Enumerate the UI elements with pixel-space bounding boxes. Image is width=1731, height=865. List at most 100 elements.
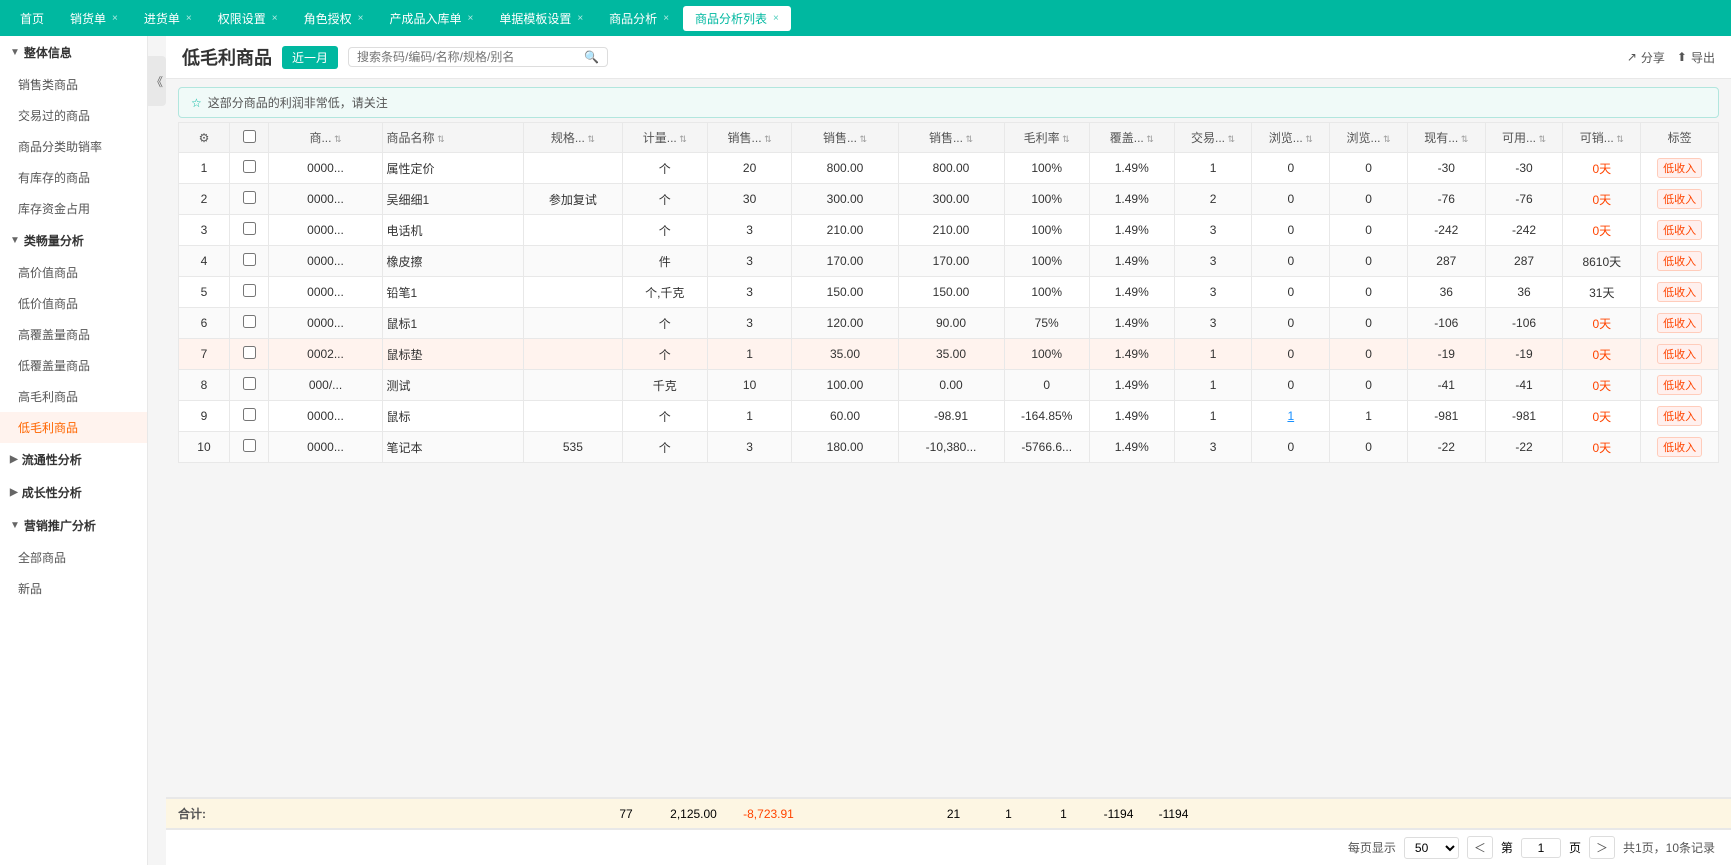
nav-sales-order[interactable]: 销货单 × — [58, 6, 130, 31]
per-page-select[interactable]: 50 100 200 — [1404, 837, 1459, 859]
th-spec[interactable]: 规格... — [523, 123, 622, 153]
page-input[interactable] — [1521, 838, 1561, 858]
sidebar-item-in-stock[interactable]: 有库存的商品 — [0, 162, 147, 193]
nav-template-settings-close[interactable]: × — [577, 13, 583, 24]
cell-check[interactable] — [229, 153, 269, 184]
cell-tag: 低收入 — [1641, 370, 1719, 401]
th-settings[interactable]: ⚙ — [179, 123, 230, 153]
nav-template-settings[interactable]: 单据模板设置 × — [487, 6, 595, 31]
sidebar-item-all-products[interactable]: 全部商品 — [0, 542, 147, 573]
nav-role-auth-close[interactable]: × — [358, 13, 364, 24]
sidebar-section-flow-analysis[interactable]: ▼ 类畅量分析 — [0, 224, 147, 257]
cell-sales-price: 100.00 — [792, 370, 898, 401]
th-current[interactable]: 现有... — [1407, 123, 1485, 153]
nav-purchase-order-close[interactable]: × — [186, 13, 192, 24]
nav-product-inbound[interactable]: 产成品入库单 × — [377, 6, 485, 31]
cell-check[interactable] — [229, 370, 269, 401]
row-checkbox[interactable] — [243, 253, 256, 266]
cell-check[interactable] — [229, 401, 269, 432]
th-browse1[interactable]: 浏览... — [1252, 123, 1330, 153]
cell-check[interactable] — [229, 277, 269, 308]
nav-product-inbound-close[interactable]: × — [467, 13, 473, 24]
row-checkbox[interactable] — [243, 408, 256, 421]
row-checkbox[interactable] — [243, 377, 256, 390]
row-checkbox[interactable] — [243, 160, 256, 173]
cell-check[interactable] — [229, 215, 269, 246]
nav-sales-order-close[interactable]: × — [112, 13, 118, 24]
table-container[interactable]: ⚙ 商... 商品名称 规格... 计量... 销售... 销售... 销售..… — [178, 122, 1719, 797]
sidebar-section-liquidity[interactable]: ▶ 流通性分析 — [0, 443, 147, 476]
total-info: 共1页，10条记录 — [1623, 839, 1715, 856]
th-available-label: 可用... — [1502, 131, 1536, 145]
next-page-button[interactable]: ＞ — [1589, 836, 1615, 859]
row-checkbox[interactable] — [243, 439, 256, 452]
share-button[interactable]: ↗ 分享 — [1627, 49, 1665, 66]
nav-permission-settings-close[interactable]: × — [272, 13, 278, 24]
sidebar-item-new-products[interactable]: 新品 — [0, 573, 147, 604]
cell-check[interactable] — [229, 432, 269, 463]
cell-check[interactable] — [229, 246, 269, 277]
nav-product-inbound-label: 产成品入库单 — [389, 10, 461, 27]
sidebar-item-stock-capital[interactable]: 库存资金占用 — [0, 193, 147, 224]
th-gross-rate[interactable]: 毛利率 — [1004, 123, 1089, 153]
nav-role-auth[interactable]: 角色授权 × — [292, 6, 376, 31]
th-sales-profit[interactable]: 销售... — [898, 123, 1004, 153]
sidebar-item-low-margin[interactable]: 低毛利商品 — [0, 412, 147, 443]
browse1-link[interactable]: 1 — [1287, 409, 1294, 423]
sidebar-collapse-button[interactable]: 《 — [148, 56, 166, 106]
nav-product-analysis-list[interactable]: 商品分析列表 × — [683, 6, 791, 31]
sidebar-item-high-coverage[interactable]: 高覆盖量商品 — [0, 319, 147, 350]
tag-badge: 低收入 — [1657, 282, 1702, 302]
nav-product-analysis[interactable]: 商品分析 × — [597, 6, 681, 31]
th-name[interactable]: 商品名称 — [382, 123, 523, 153]
th-coverage[interactable]: 覆盖... — [1089, 123, 1174, 153]
cell-sales-qty: 20 — [707, 153, 792, 184]
th-available[interactable]: 可用... — [1485, 123, 1563, 153]
sidebar-item-high-value[interactable]: 高价值商品 — [0, 257, 147, 288]
search-icon[interactable]: 🔍 — [584, 50, 599, 64]
row-checkbox[interactable] — [243, 222, 256, 235]
cell-code: 0000... — [269, 246, 382, 277]
th-sales-qty[interactable]: 销售... — [707, 123, 792, 153]
select-all-checkbox[interactable] — [243, 130, 256, 143]
cell-check[interactable] — [229, 184, 269, 215]
cell-current: -19 — [1407, 339, 1485, 370]
th-check[interactable] — [229, 123, 269, 153]
cell-check[interactable] — [229, 308, 269, 339]
cell-browse2: 1 — [1330, 401, 1408, 432]
export-icon: ⬆ — [1677, 50, 1687, 64]
th-trade[interactable]: 交易... — [1174, 123, 1252, 153]
th-unit[interactable]: 计量... — [622, 123, 707, 153]
row-checkbox[interactable] — [243, 315, 256, 328]
sidebar-section-growth[interactable]: ▶ 成长性分析 — [0, 476, 147, 509]
export-button[interactable]: ⬆ 导出 — [1677, 49, 1715, 66]
cell-browse1: 0 — [1252, 215, 1330, 246]
sidebar-item-low-coverage[interactable]: 低覆盖量商品 — [0, 350, 147, 381]
nav-product-analysis-list-close[interactable]: × — [773, 13, 779, 24]
cell-browse1[interactable]: 1 — [1252, 401, 1330, 432]
sidebar-section-marketing[interactable]: ▼ 营销推广分析 — [0, 509, 147, 542]
time-filter-button[interactable]: 近一月 — [282, 46, 338, 69]
th-sales-price[interactable]: 销售... — [792, 123, 898, 153]
nav-permission-settings[interactable]: 权限设置 × — [206, 6, 290, 31]
th-sellable[interactable]: 可销... — [1563, 123, 1641, 153]
sidebar-section-marketing-label: 营销推广分析 — [24, 517, 96, 534]
sidebar-item-traded-products[interactable]: 交易过的商品 — [0, 100, 147, 131]
sidebar-item-category-rate[interactable]: 商品分类助销率 — [0, 131, 147, 162]
prev-page-button[interactable]: ＜ — [1467, 836, 1493, 859]
sidebar-item-sales-products[interactable]: 销售类商品 — [0, 69, 147, 100]
row-checkbox[interactable] — [243, 346, 256, 359]
sidebar-item-high-margin[interactable]: 高毛利商品 — [0, 381, 147, 412]
nav-home[interactable]: 首页 — [8, 6, 56, 31]
th-code[interactable]: 商... — [269, 123, 382, 153]
search-input[interactable] — [357, 50, 580, 64]
row-checkbox[interactable] — [243, 191, 256, 204]
cell-browse1: 0 — [1252, 370, 1330, 401]
th-browse2[interactable]: 浏览... — [1330, 123, 1408, 153]
row-checkbox[interactable] — [243, 284, 256, 297]
sidebar-item-low-value[interactable]: 低价值商品 — [0, 288, 147, 319]
sidebar-section-overall[interactable]: ▼ 整体信息 — [0, 36, 147, 69]
cell-check[interactable] — [229, 339, 269, 370]
nav-purchase-order[interactable]: 进货单 × — [132, 6, 204, 31]
nav-product-analysis-close[interactable]: × — [663, 13, 669, 24]
